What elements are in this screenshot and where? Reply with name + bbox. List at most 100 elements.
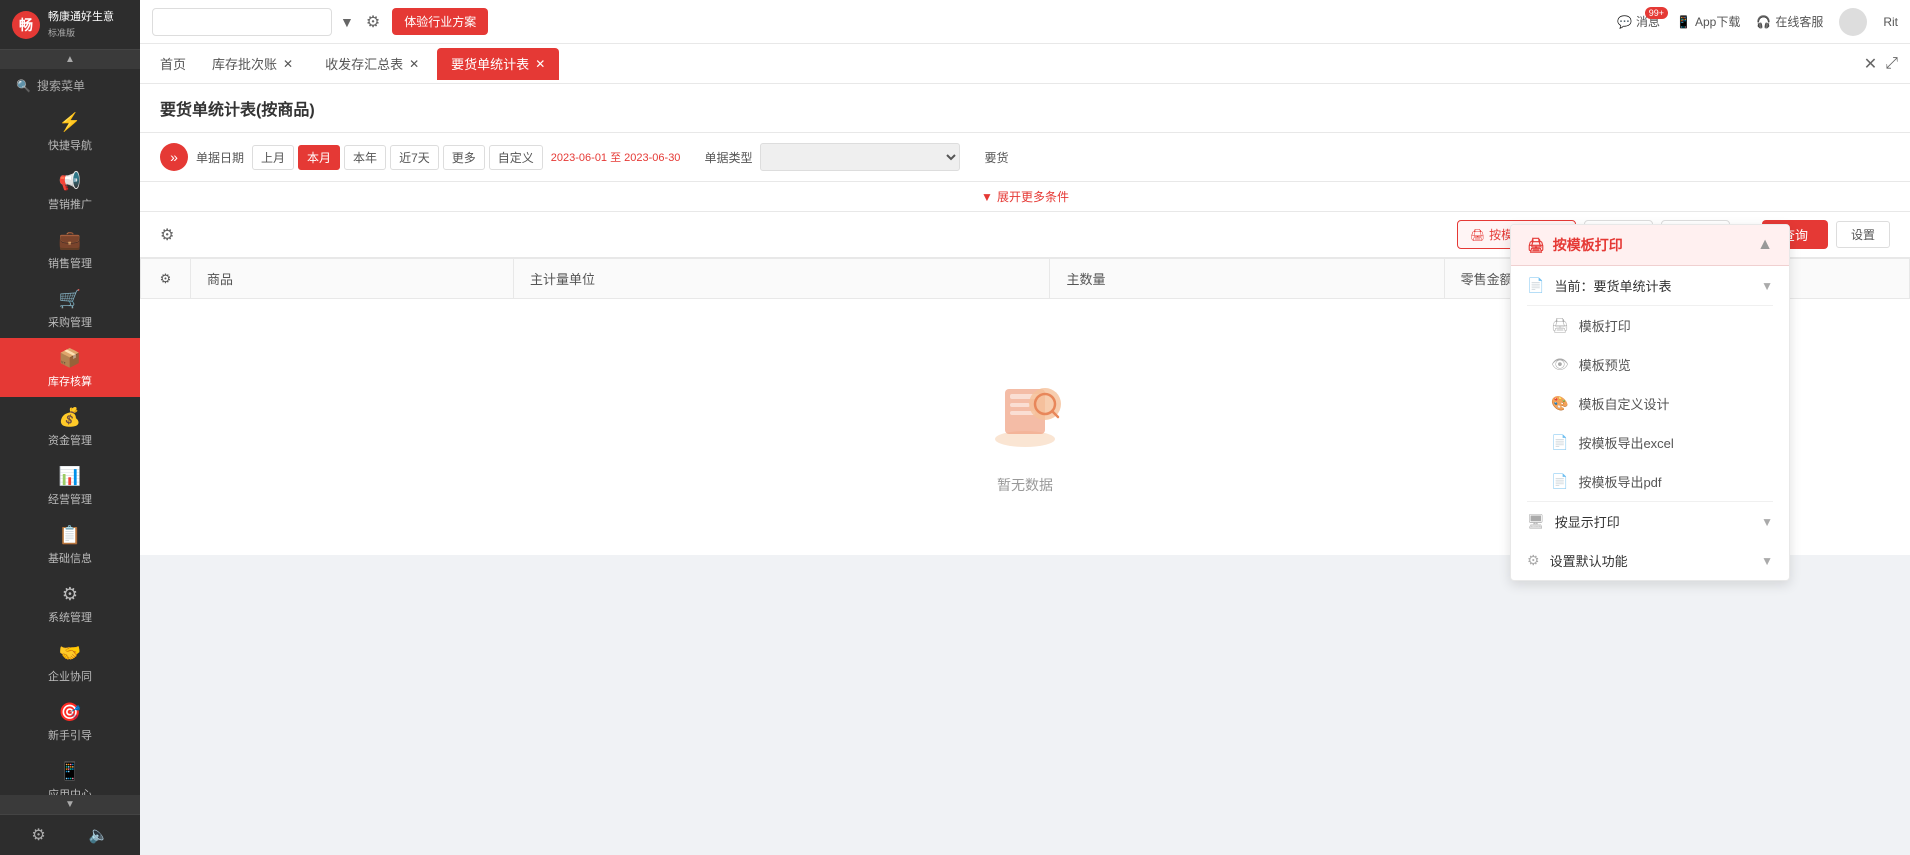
service-label: 在线客服 <box>1775 13 1823 30</box>
print-dropdown-template-design[interactable]: 🎨 模板自定义设计 <box>1511 384 1789 423</box>
filter-btn-more[interactable]: 更多 <box>443 145 485 170</box>
page-title: 要货单统计表(按商品) <box>160 96 1890 120</box>
tab-batch-account[interactable]: 库存批次账 ✕ <box>198 48 307 80</box>
search-icon: 🔍 <box>16 79 31 93</box>
msg-badge: 99+ <box>1645 7 1668 19</box>
current-item-icon: 📄 <box>1527 277 1544 294</box>
search-menu[interactable]: 🔍 搜索菜单 <box>0 69 140 102</box>
current-chevron: ▼ <box>1761 279 1773 293</box>
topbar: ▼ ⚙ 体验行业方案 💬 消息 99+ 📱 App下载 🎧 在线客服 Rit <box>140 0 1910 44</box>
topbar-search-input[interactable] <box>152 8 332 36</box>
sidebar-item-marketing[interactable]: 📢 营销推广 <box>0 161 140 220</box>
expand-more-label: 展开更多条件 <box>997 188 1069 205</box>
topbar-dropdown-icon[interactable]: ▼ <box>340 14 354 30</box>
purchase-icon: 🛒 <box>59 289 81 310</box>
sidebar-item-inventory[interactable]: 📦 库存核算 <box>0 338 140 397</box>
quick-nav-icon: ⚡ <box>59 112 81 133</box>
template-excel-label: 按模板导出excel <box>1578 433 1673 452</box>
topbar-gear-icon[interactable]: ⚙ <box>366 12 380 32</box>
service-icon: 🎧 <box>1756 15 1771 29</box>
sidebar-bottom: ⚙ 🔈 <box>0 814 140 855</box>
service-item[interactable]: 🎧 在线客服 <box>1756 13 1823 30</box>
tab-batch-account-close[interactable]: ✕ <box>283 58 293 70</box>
sidebar-item-system[interactable]: ⚙ 系统管理 <box>0 574 140 633</box>
tab-order-stats[interactable]: 要货单统计表 ✕ <box>437 48 559 80</box>
sidebar-item-finance[interactable]: 💰 资金管理 <box>0 397 140 456</box>
print-dropdown-title: 按模板打印 <box>1553 235 1623 255</box>
scroll-down[interactable]: ▼ <box>0 795 140 814</box>
inventory-icon: 📦 <box>59 348 81 369</box>
filter-btn-custom[interactable]: 自定义 <box>489 145 543 170</box>
template-design-label: 模板自定义设计 <box>1578 394 1669 413</box>
collab-icon: 🤝 <box>59 643 81 664</box>
tab-receipt-summary[interactable]: 收发存汇总表 ✕ <box>311 48 433 80</box>
print-dropdown-current[interactable]: 📄 当前：要货单统计表 ▼ <box>1511 266 1789 305</box>
tab-maximize-icon[interactable]: ⤢ <box>1885 55 1898 73</box>
filter-btn-this-year[interactable]: 本年 <box>344 145 386 170</box>
tab-home[interactable]: 首页 <box>152 54 194 73</box>
sidebar-item-guide[interactable]: 🎯 新手引导 <box>0 692 140 751</box>
sidebar-item-appstore[interactable]: 📱 应用中心 <box>0 751 140 795</box>
col-unit: 主计量单位 <box>514 259 1050 299</box>
settings-btn[interactable]: 设置 <box>1836 221 1890 248</box>
quick-nav-label: 快捷导航 <box>48 137 92 153</box>
col-settings[interactable]: ⚙ <box>141 259 191 299</box>
operation-icon: 📊 <box>59 466 81 487</box>
sidebar-item-operation[interactable]: 📊 经营管理 <box>0 456 140 515</box>
template-print-icon: 🖨 <box>1551 317 1569 334</box>
sidebar-item-purchase[interactable]: 🛒 采购管理 <box>0 279 140 338</box>
print-dropdown-icon: 🖨 <box>1527 237 1545 254</box>
default-settings-chevron: ▼ <box>1761 554 1773 568</box>
print-dropdown-template-print[interactable]: 🖨 模板打印 <box>1511 306 1789 345</box>
finance-label: 资金管理 <box>48 432 92 448</box>
display-print-label: 按显示打印 <box>1555 512 1620 531</box>
finance-icon: 💰 <box>59 407 81 428</box>
empty-icon <box>975 359 1075 459</box>
filter-btn-this-month[interactable]: 本月 <box>298 145 340 170</box>
filter-type-select[interactable] <box>760 143 960 171</box>
template-excel-icon: 📄 <box>1551 434 1568 451</box>
filter-bar: » 单据日期 上月 本月 本年 近7天 更多 自定义 2023-06-01 至 … <box>140 133 1910 182</box>
print-dropdown-close[interactable]: ▲ <box>1757 236 1773 254</box>
trial-btn[interactable]: 体验行业方案 <box>392 8 488 35</box>
search-menu-label: 搜索菜单 <box>37 77 85 94</box>
scroll-up[interactable]: ▲ <box>0 50 140 69</box>
inventory-label: 库存核算 <box>48 373 92 389</box>
filter-btn-7days[interactable]: 近7天 <box>390 145 439 170</box>
sidebar-item-collab[interactable]: 🤝 企业协同 <box>0 633 140 692</box>
sidebar-nav: ⚡ 快捷导航 📢 营销推广 💼 销售管理 🛒 采购管理 📦 库存核算 💰 资金管… <box>0 102 140 795</box>
tab-order-stats-close[interactable]: ✕ <box>535 58 545 70</box>
template-print-left: 🖨 模板打印 <box>1551 316 1631 335</box>
system-label: 系统管理 <box>48 609 92 625</box>
sidebar-item-quick-nav[interactable]: ⚡ 快捷导航 <box>0 102 140 161</box>
tab-close-all-icon[interactable]: ✕ <box>1864 54 1877 74</box>
sound-icon[interactable]: 🔈 <box>89 825 109 845</box>
app-download-item[interactable]: 📱 App下载 <box>1676 13 1740 30</box>
tab-receipt-summary-close[interactable]: ✕ <box>409 58 419 70</box>
template-design-left: 🎨 模板自定义设计 <box>1551 394 1669 413</box>
msg-item[interactable]: 💬 消息 99+ <box>1617 13 1660 30</box>
avatar[interactable] <box>1839 8 1867 36</box>
logo-badge: 标准版 <box>48 26 114 39</box>
tab-bar: 首页 库存批次账 ✕ 收发存汇总表 ✕ 要货单统计表 ✕ ✕ ⤢ <box>140 44 1910 84</box>
app-icon: 📱 <box>1676 15 1691 29</box>
template-excel-left: 📄 按模板导出excel <box>1551 433 1674 452</box>
print-dropdown-template-preview[interactable]: 👁 模板预览 <box>1511 345 1789 384</box>
filter-btn-last-month[interactable]: 上月 <box>252 145 294 170</box>
tab-order-stats-label: 要货单统计表 <box>451 54 529 73</box>
print-dropdown-display-print[interactable]: 🖥 按显示打印 ▼ <box>1511 502 1789 541</box>
sidebar-item-basic[interactable]: 📋 基础信息 <box>0 515 140 574</box>
empty-text: 暂无数据 <box>997 475 1053 495</box>
settings-bottom-icon[interactable]: ⚙ <box>31 825 45 845</box>
print-dropdown-template-excel[interactable]: 📄 按模板导出excel <box>1511 423 1789 462</box>
toolbar-settings-icon[interactable]: ⚙ <box>160 225 174 245</box>
filter-expand-btn[interactable]: » <box>160 143 188 171</box>
print-icon: 🖨 <box>1470 228 1485 242</box>
print-dropdown-template-pdf[interactable]: 📄 按模板导出pdf <box>1511 462 1789 501</box>
template-preview-label: 模板预览 <box>1579 355 1631 374</box>
filter-type-label: 单据类型 <box>704 149 752 166</box>
marketing-icon: 📢 <box>59 171 81 192</box>
print-dropdown-default-settings[interactable]: ⚙ 设置默认功能 ▼ <box>1511 541 1789 580</box>
expand-more-btn[interactable]: ▼ 展开更多条件 <box>965 182 1085 211</box>
sidebar-item-sales[interactable]: 💼 销售管理 <box>0 220 140 279</box>
